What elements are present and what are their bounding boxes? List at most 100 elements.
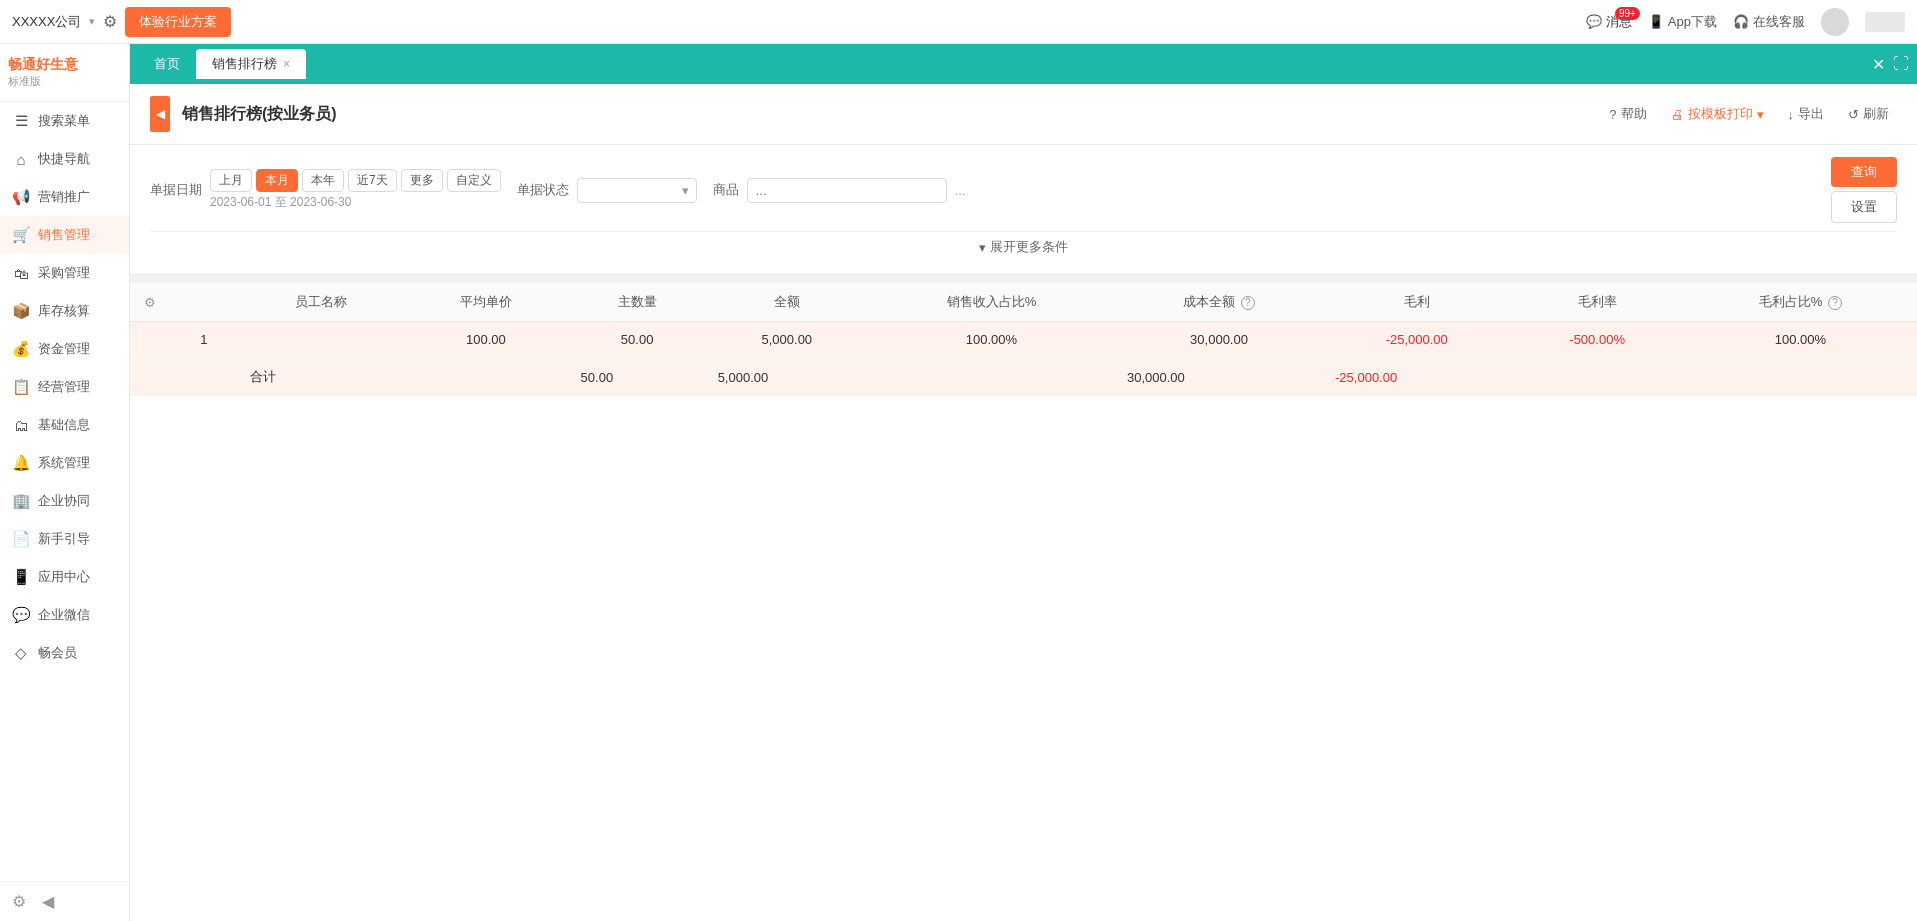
sidebar-item-label: 资金管理: [38, 340, 90, 358]
tab-bar: 首页 销售排行榜 × ✕ ⛶: [130, 44, 1917, 84]
date-btn-custom[interactable]: 自定义: [447, 169, 501, 192]
print-icon: 🖨: [1671, 107, 1684, 122]
app-download-btn[interactable]: 📱 App下载: [1648, 13, 1717, 31]
company-name: XXXXX公司: [12, 13, 81, 31]
sidebar-item-marketing[interactable]: 📢 营销推广: [0, 178, 129, 216]
sidebar-item-label: 营销推广: [38, 188, 90, 206]
notification-area[interactable]: 💬 99+ 消息: [1586, 13, 1632, 31]
page-content: ◀ 销售排行榜(按业务员) ? 帮助 🖨 按模板打印 ▾: [130, 84, 1917, 921]
sidebar-item-search[interactable]: ☰ 搜索菜单: [0, 102, 129, 140]
window-close-btn[interactable]: ✕: [1872, 55, 1885, 74]
sidebar-item-finance[interactable]: 💰 资金管理: [0, 330, 129, 368]
row-sales-ratio-cell: 100.00%: [868, 322, 1115, 358]
date-btn-last-month[interactable]: 上月: [210, 169, 252, 192]
top-bar-right: 💬 99+ 消息 📱 App下载 🎧 在线客服: [1586, 8, 1905, 36]
goods-more-btn[interactable]: ...: [955, 183, 966, 198]
sidebar-item-purchase[interactable]: 🛍 采购管理: [0, 254, 129, 292]
sidebar: 畅通好生意 标准版 ☰ 搜索菜单 ⌂ 快捷导航 📢 营销推广 🛒 销售管理 🛍: [0, 44, 130, 921]
sidebar-item-enterprise[interactable]: 🏢 企业协同: [0, 482, 129, 520]
table-area: ⚙ 员工名称 平均单价 主数量 全额 销售收入占比% 成本全额 ?: [130, 283, 1917, 921]
tab-close-icon[interactable]: ×: [283, 57, 290, 71]
cost-info-icon[interactable]: ?: [1241, 296, 1255, 310]
date-btn-more[interactable]: 更多: [401, 169, 443, 192]
sidebar-item-system[interactable]: 🔔 系统管理: [0, 444, 129, 482]
refresh-icon: ↺: [1848, 107, 1859, 122]
settings-icon[interactable]: ⚙: [12, 892, 26, 911]
tab-bar-right: ✕ ⛶: [1872, 55, 1909, 74]
settings-btn[interactable]: 设置: [1831, 191, 1897, 223]
sidebar-item-label: 销售管理: [38, 226, 90, 244]
sidebar-item-quick-nav[interactable]: ⌂ 快捷导航: [0, 140, 129, 178]
sidebar-item-basic[interactable]: 🗂 基础信息: [0, 406, 129, 444]
footer-cost-cell: 30,000.00: [1115, 358, 1323, 397]
company-dropdown-icon[interactable]: ▾: [89, 15, 95, 28]
col-avg-price-header: 平均单价: [403, 283, 568, 322]
top-gear-icon[interactable]: ⚙: [103, 12, 117, 31]
logo-sub: 标准版: [8, 74, 121, 89]
window-expand-btn[interactable]: ⛶: [1893, 55, 1909, 74]
expand-down-icon: ▾: [979, 240, 986, 255]
online-service-btn[interactable]: 🎧 在线客服: [1733, 13, 1805, 31]
sidebar-item-apps[interactable]: 📱 应用中心: [0, 558, 129, 596]
expand-more-btn[interactable]: ▾ 展开更多条件: [150, 231, 1897, 262]
export-label: 导出: [1798, 105, 1824, 123]
table-row: 1 100.00 50.00 5,000.00 100.00% 30,000.0…: [130, 322, 1917, 358]
help-btn[interactable]: ? 帮助: [1601, 101, 1654, 127]
sidebar-item-label: 基础信息: [38, 416, 90, 434]
tab-sales-rank[interactable]: 销售排行榜 ×: [196, 49, 306, 79]
sidebar-item-sales[interactable]: 🛒 销售管理: [0, 216, 129, 254]
date-btn-this-year[interactable]: 本年: [302, 169, 344, 192]
app-download-label: App下载: [1668, 13, 1717, 31]
footer-avg-price-cell: [403, 358, 568, 397]
help-icon: ?: [1609, 107, 1616, 122]
export-btn[interactable]: ↓ 导出: [1780, 101, 1833, 127]
filter-collapse-btn[interactable]: ◀: [150, 96, 170, 132]
avatar[interactable]: [1821, 8, 1849, 36]
notification-icon: 💬: [1586, 14, 1602, 29]
sidebar-item-wechat[interactable]: 💬 企业微信: [0, 596, 129, 634]
top-bar-left: XXXXX公司 ▾ ⚙ 体验行业方案: [12, 7, 231, 37]
status-label: 单据状态: [517, 181, 569, 199]
tab-sales-rank-label: 销售排行榜: [212, 55, 277, 73]
online-service-label: 在线客服: [1753, 13, 1805, 31]
date-btn-this-month[interactable]: 本月: [256, 169, 298, 192]
finance-icon: 💰: [12, 340, 30, 358]
goods-input[interactable]: [747, 178, 947, 203]
export-icon: ↓: [1788, 107, 1795, 122]
row-name-cell: [238, 322, 403, 358]
industry-btn[interactable]: 体验行业方案: [125, 7, 231, 37]
user-name-placeholder: [1865, 12, 1905, 32]
profit-ratio-info-icon[interactable]: ?: [1828, 296, 1842, 310]
footer-label-cell: 合计: [238, 358, 403, 397]
sidebar-item-guide[interactable]: 📄 新手引导: [0, 520, 129, 558]
collapse-icon[interactable]: ◀: [42, 892, 54, 911]
table-settings-icon[interactable]: ⚙: [144, 295, 156, 310]
system-icon: 🔔: [12, 454, 30, 472]
refresh-btn[interactable]: ↺ 刷新: [1840, 101, 1897, 127]
table-footer: 合计 50.00 5,000.00 30,000.00 -25,000.00: [130, 358, 1917, 397]
date-btn-7days[interactable]: 近7天: [348, 169, 397, 192]
sidebar-item-member[interactable]: ◇ 畅会员: [0, 634, 129, 672]
filter-actions: 查询 设置: [1831, 157, 1897, 223]
help-label: 帮助: [1621, 105, 1647, 123]
footer-rank-cell: [170, 358, 238, 397]
marketing-icon: 📢: [12, 188, 30, 206]
status-select-wrapper: [577, 178, 697, 203]
status-select[interactable]: [577, 178, 697, 203]
print-dropdown-icon: ▾: [1757, 107, 1764, 122]
table-header-row: ⚙ 员工名称 平均单价 主数量 全额 销售收入占比% 成本全额 ?: [130, 283, 1917, 322]
tab-home[interactable]: 首页: [138, 49, 196, 79]
date-label: 单据日期: [150, 181, 202, 199]
date-filter: 单据日期 上月 本月 本年 近7天 更多 自定义 20: [150, 169, 501, 211]
sidebar-item-inventory[interactable]: 📦 库存核算: [0, 292, 129, 330]
app-container: XXXXX公司 ▾ ⚙ 体验行业方案 💬 99+ 消息 📱 App下载 🎧 在线…: [0, 0, 1917, 921]
template-print-btn[interactable]: 🖨 按模板打印 ▾: [1663, 101, 1772, 127]
sidebar-item-label: 企业微信: [38, 606, 90, 624]
sidebar-item-operations[interactable]: 📋 经营管理: [0, 368, 129, 406]
row-profit-cell: -25,000.00: [1323, 322, 1510, 358]
template-print-label: 按模板打印: [1688, 105, 1753, 123]
query-btn[interactable]: 查询: [1831, 157, 1897, 187]
member-icon: ◇: [12, 644, 30, 662]
footer-profit-ratio-cell: [1684, 358, 1917, 397]
sidebar-item-label: 企业协同: [38, 492, 90, 510]
